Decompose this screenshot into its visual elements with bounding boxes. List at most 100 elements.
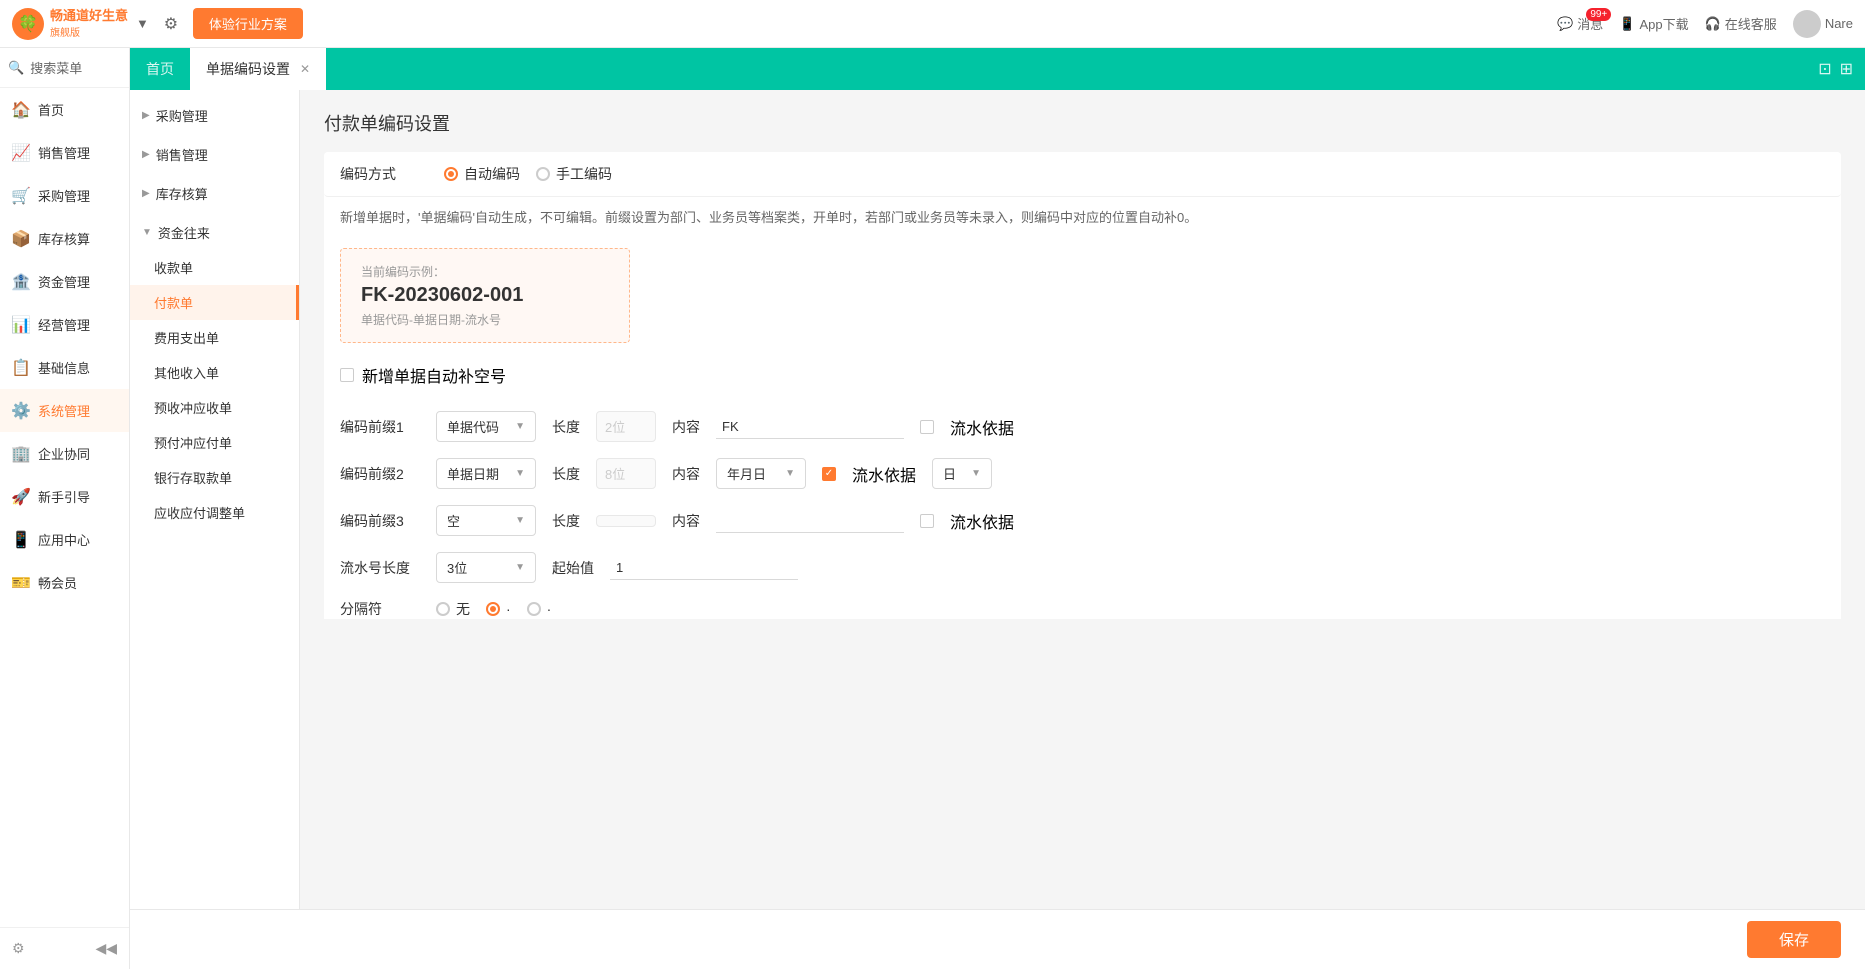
collapse-icon[interactable]: ◀◀: [95, 940, 117, 957]
message-icon: 💬: [1557, 16, 1573, 32]
sub-nav-item-ar-ap[interactable]: 应收应付调整单: [130, 495, 299, 530]
user-area[interactable]: Nare: [1793, 10, 1853, 38]
search-label: 搜索菜单: [30, 58, 82, 77]
inner-layout: ▶ 采购管理 ▶ 销售管理 ▶ 库存核算: [130, 90, 1865, 909]
prefix3-select[interactable]: 空 ▼: [436, 505, 536, 536]
sub-nav-item-receipt[interactable]: 收款单: [130, 250, 299, 285]
sidebar-item-system[interactable]: ⚙️ 系统管理: [0, 389, 129, 432]
encoding-label: 编码方式: [340, 164, 420, 184]
basic-icon: 📋: [12, 359, 30, 377]
sidebar-bottom: ⚙ ◀◀: [0, 927, 129, 969]
encoding-section: 编码方式 自动编码 手工编码 新增单据时，'单据编码: [324, 152, 1841, 619]
fullscreen-icon: ⊞: [1840, 59, 1853, 79]
sidebar-item-member[interactable]: 🎫 畅会员: [0, 561, 129, 604]
prefix2-content-select[interactable]: 年月日 ▼: [716, 458, 806, 489]
sub-nav-item-expense[interactable]: 费用支出单: [130, 320, 299, 355]
radio-auto[interactable]: 自动编码: [444, 164, 520, 184]
sep-dash[interactable]: ·: [527, 601, 552, 617]
separator-label: 分隔符: [340, 599, 420, 619]
tab-expand[interactable]: ⊡ ⊞: [1806, 59, 1865, 79]
prefix3-length-label: 长度: [552, 511, 580, 531]
caret-icon: ▼: [515, 421, 525, 432]
sidebar-item-finance[interactable]: 🏦 资金管理: [0, 260, 129, 303]
sub-nav-item-payment[interactable]: 付款单: [130, 285, 299, 320]
avatar: [1793, 10, 1821, 38]
prefix3-serial-checkbox[interactable]: [920, 514, 934, 528]
separator-row: 分隔符 无 ·: [340, 599, 1825, 619]
home-icon: 🏠: [12, 101, 30, 119]
tab-close-icon[interactable]: ✕: [300, 62, 310, 76]
code-preview-value: FK-20230602-001: [361, 284, 609, 307]
newguide-icon: 🚀: [12, 488, 30, 506]
prefix2-select[interactable]: 单据日期 ▼: [436, 458, 536, 489]
search-menu[interactable]: 🔍 搜索菜单: [0, 48, 129, 88]
prefix2-content-label: 内容: [672, 464, 700, 484]
prefix2-label: 编码前缀2: [340, 464, 420, 484]
sep-none[interactable]: 无: [436, 599, 470, 619]
arrow-icon: ▶: [142, 188, 150, 199]
sidebar-item-inventory[interactable]: 📦 库存核算: [0, 217, 129, 260]
sub-nav-item-other-income[interactable]: 其他收入单: [130, 355, 299, 390]
form-main: 付款单编码设置 编码方式 自动编码 手工编码: [300, 90, 1865, 909]
tab-encoding[interactable]: 单据编码设置 ✕: [190, 48, 326, 90]
sub-nav-item-prepay-receive[interactable]: 预收冲应收单: [130, 390, 299, 425]
auto-fill-checkbox[interactable]: [340, 368, 354, 382]
sub-nav-group-inventory-title[interactable]: ▶ 库存核算: [130, 176, 299, 211]
maximize-icon: ⊡: [1818, 59, 1831, 79]
prefix3-content-input[interactable]: [716, 509, 904, 533]
sidebar-item-basic[interactable]: 📋 基础信息: [0, 346, 129, 389]
app-download-button[interactable]: 📱 App下载: [1619, 14, 1688, 33]
caret-icon: ▼: [785, 468, 795, 479]
prefix3-serial-label: 流水依据: [950, 509, 1014, 533]
caret-icon: ▼: [515, 562, 525, 573]
sub-nav-group-finance-title[interactable]: ▼ 资金往来: [130, 215, 299, 250]
prefix1-content-input[interactable]: [716, 415, 904, 439]
nav-dropdown[interactable]: ▼: [136, 16, 149, 31]
sub-nav-item-bank-deposit[interactable]: 银行存取款单: [130, 460, 299, 495]
sep-dash-circle: [527, 602, 541, 616]
prefix2-length-label: 长度: [552, 464, 580, 484]
online-service-button[interactable]: 🎧 在线客服: [1705, 14, 1777, 33]
sep-dot[interactable]: ·: [486, 601, 511, 617]
sub-nav-item-prepay-pay[interactable]: 预付冲应付单: [130, 425, 299, 460]
prefix3-content-label: 内容: [672, 511, 700, 531]
sidebar-item-newguide[interactable]: 🚀 新手引导: [0, 475, 129, 518]
prefix1-serial-checkbox[interactable]: [920, 420, 934, 434]
sidebar-item-sales[interactable]: 📈 销售管理: [0, 131, 129, 174]
sub-nav-group-inventory: ▶ 库存核算: [130, 176, 299, 211]
tab-home[interactable]: 首页: [130, 48, 190, 90]
prefix3-length-input: [596, 515, 656, 527]
sep-dot-circle: [486, 602, 500, 616]
sidebar-item-corp[interactable]: 🏢 企业协同: [0, 432, 129, 475]
sales-icon: 📈: [12, 144, 30, 162]
sidebar-item-home[interactable]: 🏠 首页: [0, 88, 129, 131]
settings-button[interactable]: ⚙: [157, 10, 185, 38]
message-button[interactable]: 💬 消息 99+: [1557, 14, 1603, 33]
search-icon: 🔍: [8, 60, 24, 76]
radio-manual[interactable]: 手工编码: [536, 164, 612, 184]
trial-button[interactable]: 体验行业方案: [193, 8, 303, 39]
content-area: 首页 单据编码设置 ✕ ⊡ ⊞ ▶ 采购管理: [130, 48, 1865, 969]
logo-icon: 🍀: [12, 8, 44, 40]
serial-length-select[interactable]: 3位 ▼: [436, 552, 536, 583]
sidebar-item-operation[interactable]: 📊 经营管理: [0, 303, 129, 346]
user-name: Nare: [1825, 16, 1853, 31]
prefix1-select[interactable]: 单据代码 ▼: [436, 411, 536, 442]
auto-fill-row: 新增单据自动补空号: [324, 355, 1841, 395]
settings-bottom-icon[interactable]: ⚙: [12, 940, 25, 957]
sidebar-item-purchase[interactable]: 🛒 采购管理: [0, 174, 129, 217]
sub-nav-group-sales: ▶ 销售管理: [130, 137, 299, 172]
prefix1-length-label: 长度: [552, 417, 580, 437]
prefix2-unit-select[interactable]: 日 ▼: [932, 458, 992, 489]
save-button[interactable]: 保存: [1747, 921, 1841, 958]
prefix2-serial-checkbox[interactable]: ✓: [822, 467, 836, 481]
sidebar-item-app[interactable]: 📱 应用中心: [0, 518, 129, 561]
start-value-input[interactable]: [610, 556, 798, 580]
serial-length-label: 流水号长度: [340, 558, 420, 578]
sidebar: 🔍 搜索菜单 🏠 首页 📈 销售管理 🛒 采购管理 📦 库存核算 🏦 资金管理 …: [0, 48, 130, 969]
sub-nav-group-purchase-title[interactable]: ▶ 采购管理: [130, 98, 299, 133]
tab-bar: 首页 单据编码设置 ✕ ⊡ ⊞: [130, 48, 1865, 90]
app-icon: 📱: [1619, 16, 1635, 32]
sub-nav-group-sales-title[interactable]: ▶ 销售管理: [130, 137, 299, 172]
caret-icon: ▼: [515, 468, 525, 479]
